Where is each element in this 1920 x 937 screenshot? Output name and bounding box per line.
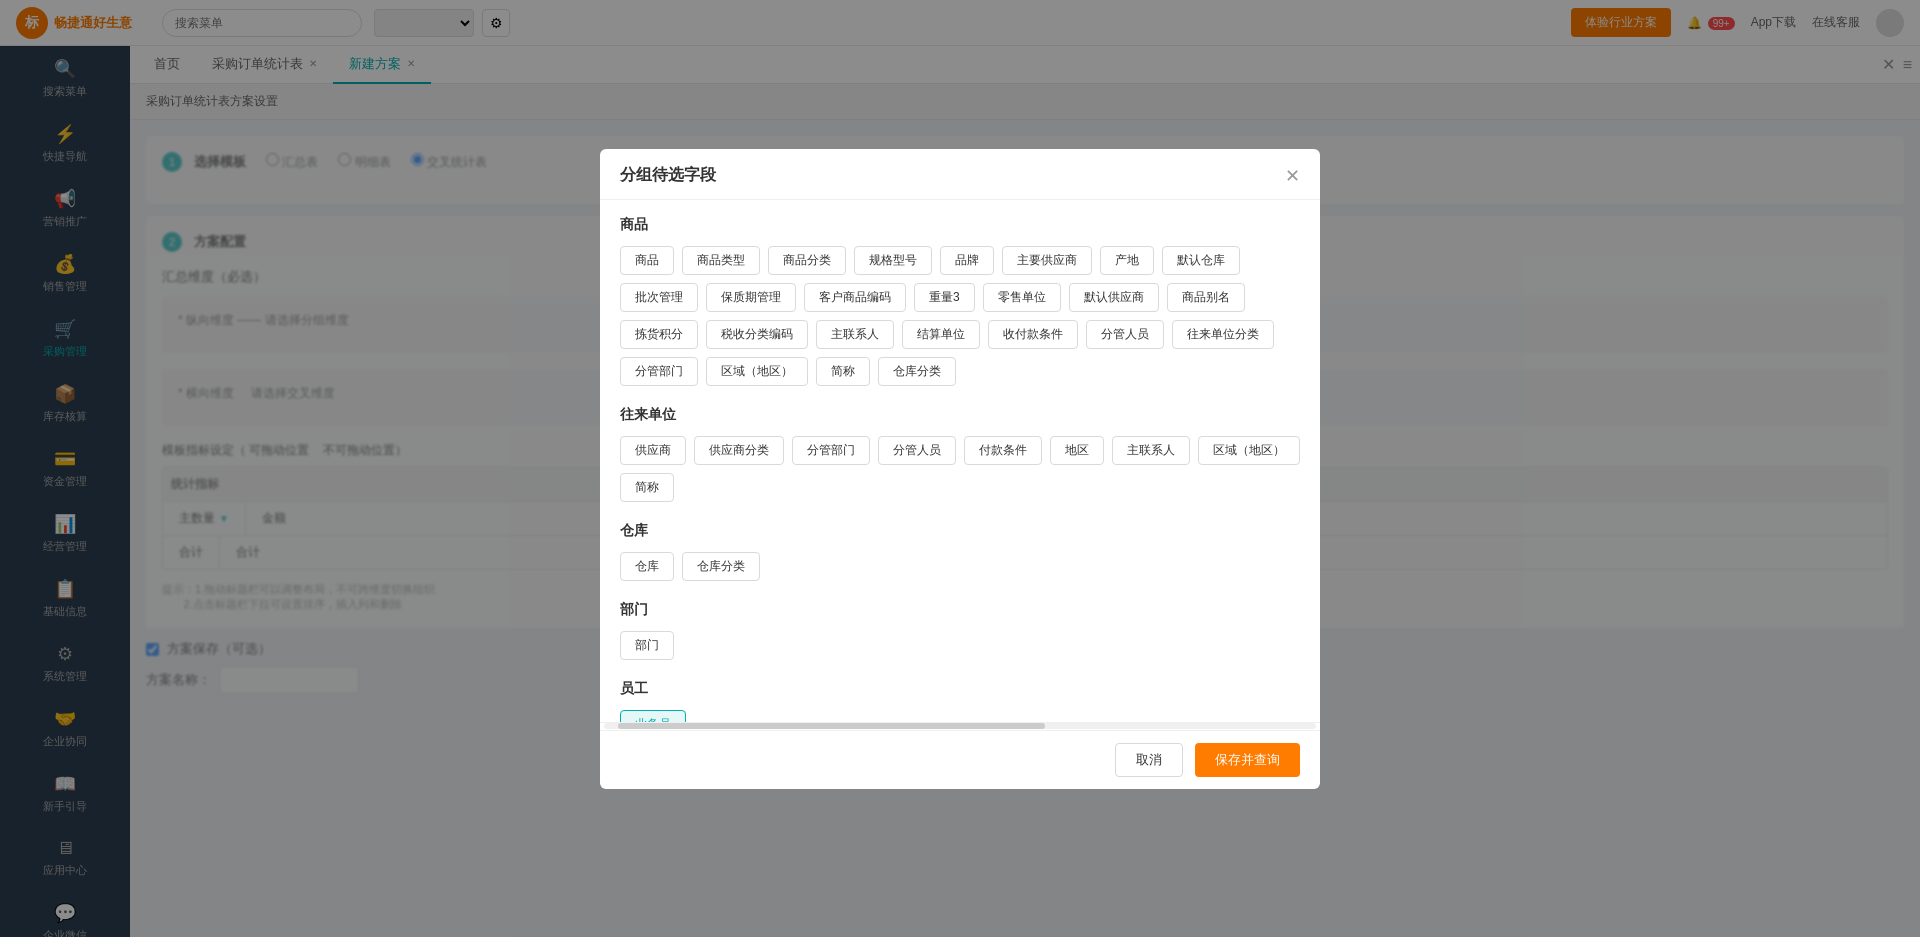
section-product: 商品 商品 商品类型 商品分类 规格型号 品牌 主要供应商 产地 默认仓库 批次…	[620, 216, 1300, 386]
tag-product-11[interactable]: 重量3	[914, 283, 975, 312]
tag-product-16[interactable]: 税收分类编码	[706, 320, 808, 349]
tag-product-1[interactable]: 商品类型	[682, 246, 760, 275]
tag-product-12[interactable]: 零售单位	[983, 283, 1061, 312]
tag-partner-6[interactable]: 主联系人	[1112, 436, 1190, 465]
tag-department-0[interactable]: 部门	[620, 631, 674, 660]
field-select-modal: 分组待选字段 ✕ 商品 商品 商品类型 商品分类 规格型号 品牌 主要供应商 产…	[600, 149, 1320, 789]
tag-product-13[interactable]: 默认供应商	[1069, 283, 1159, 312]
section-warehouse: 仓库 仓库 仓库分类	[620, 522, 1300, 581]
tag-product-4[interactable]: 品牌	[940, 246, 994, 275]
modal-hscroll	[600, 722, 1320, 730]
section-product-title: 商品	[620, 216, 1300, 234]
section-department-title: 部门	[620, 601, 1300, 619]
tag-product-6[interactable]: 产地	[1100, 246, 1154, 275]
modal-header: 分组待选字段 ✕	[600, 149, 1320, 200]
tag-warehouse-1[interactable]: 仓库分类	[682, 552, 760, 581]
section-department: 部门 部门	[620, 601, 1300, 660]
tag-employee-0[interactable]: 业务员	[620, 710, 686, 722]
modal-footer: 取消 保存并查询	[600, 730, 1320, 789]
tag-product-3[interactable]: 规格型号	[854, 246, 932, 275]
tag-product-2[interactable]: 商品分类	[768, 246, 846, 275]
tag-product-5[interactable]: 主要供应商	[1002, 246, 1092, 275]
tag-partner-1[interactable]: 供应商分类	[694, 436, 784, 465]
tag-product-25[interactable]: 仓库分类	[878, 357, 956, 386]
section-warehouse-tags: 仓库 仓库分类	[620, 552, 1300, 581]
tag-partner-3[interactable]: 分管人员	[878, 436, 956, 465]
modal-title: 分组待选字段	[620, 165, 716, 186]
tag-product-9[interactable]: 保质期管理	[706, 283, 796, 312]
tag-product-14[interactable]: 商品别名	[1167, 283, 1245, 312]
section-product-tags: 商品 商品类型 商品分类 规格型号 品牌 主要供应商 产地 默认仓库 批次管理 …	[620, 246, 1300, 386]
tag-partner-0[interactable]: 供应商	[620, 436, 686, 465]
tag-product-0[interactable]: 商品	[620, 246, 674, 275]
tag-product-7[interactable]: 默认仓库	[1162, 246, 1240, 275]
section-employee-title: 员工	[620, 680, 1300, 698]
tag-product-20[interactable]: 分管人员	[1086, 320, 1164, 349]
section-warehouse-title: 仓库	[620, 522, 1300, 540]
tag-product-18[interactable]: 结算单位	[902, 320, 980, 349]
tag-partner-8[interactable]: 简称	[620, 473, 674, 502]
section-department-tags: 部门	[620, 631, 1300, 660]
tag-product-22[interactable]: 分管部门	[620, 357, 698, 386]
tag-product-19[interactable]: 收付款条件	[988, 320, 1078, 349]
section-partner: 往来单位 供应商 供应商分类 分管部门 分管人员 付款条件 地区 主联系人 区域…	[620, 406, 1300, 502]
section-employee-tags: 业务员	[620, 710, 1300, 722]
section-partner-tags: 供应商 供应商分类 分管部门 分管人员 付款条件 地区 主联系人 区域（地区） …	[620, 436, 1300, 502]
tag-partner-2[interactable]: 分管部门	[792, 436, 870, 465]
tag-partner-5[interactable]: 地区	[1050, 436, 1104, 465]
section-employee: 员工 业务员	[620, 680, 1300, 722]
modal-overlay: 分组待选字段 ✕ 商品 商品 商品类型 商品分类 规格型号 品牌 主要供应商 产…	[0, 0, 1920, 937]
cancel-button[interactable]: 取消	[1115, 743, 1183, 777]
modal-close-btn[interactable]: ✕	[1285, 165, 1300, 187]
modal-body: 商品 商品 商品类型 商品分类 规格型号 品牌 主要供应商 产地 默认仓库 批次…	[600, 200, 1320, 722]
tag-product-23[interactable]: 区域（地区）	[706, 357, 808, 386]
tag-partner-7[interactable]: 区域（地区）	[1198, 436, 1300, 465]
section-partner-title: 往来单位	[620, 406, 1300, 424]
confirm-button[interactable]: 保存并查询	[1195, 743, 1300, 777]
tag-product-8[interactable]: 批次管理	[620, 283, 698, 312]
tag-product-24[interactable]: 简称	[816, 357, 870, 386]
tag-warehouse-0[interactable]: 仓库	[620, 552, 674, 581]
tag-product-15[interactable]: 拣货积分	[620, 320, 698, 349]
tag-partner-4[interactable]: 付款条件	[964, 436, 1042, 465]
tag-product-17[interactable]: 主联系人	[816, 320, 894, 349]
tag-product-21[interactable]: 往来单位分类	[1172, 320, 1274, 349]
tag-product-10[interactable]: 客户商品编码	[804, 283, 906, 312]
